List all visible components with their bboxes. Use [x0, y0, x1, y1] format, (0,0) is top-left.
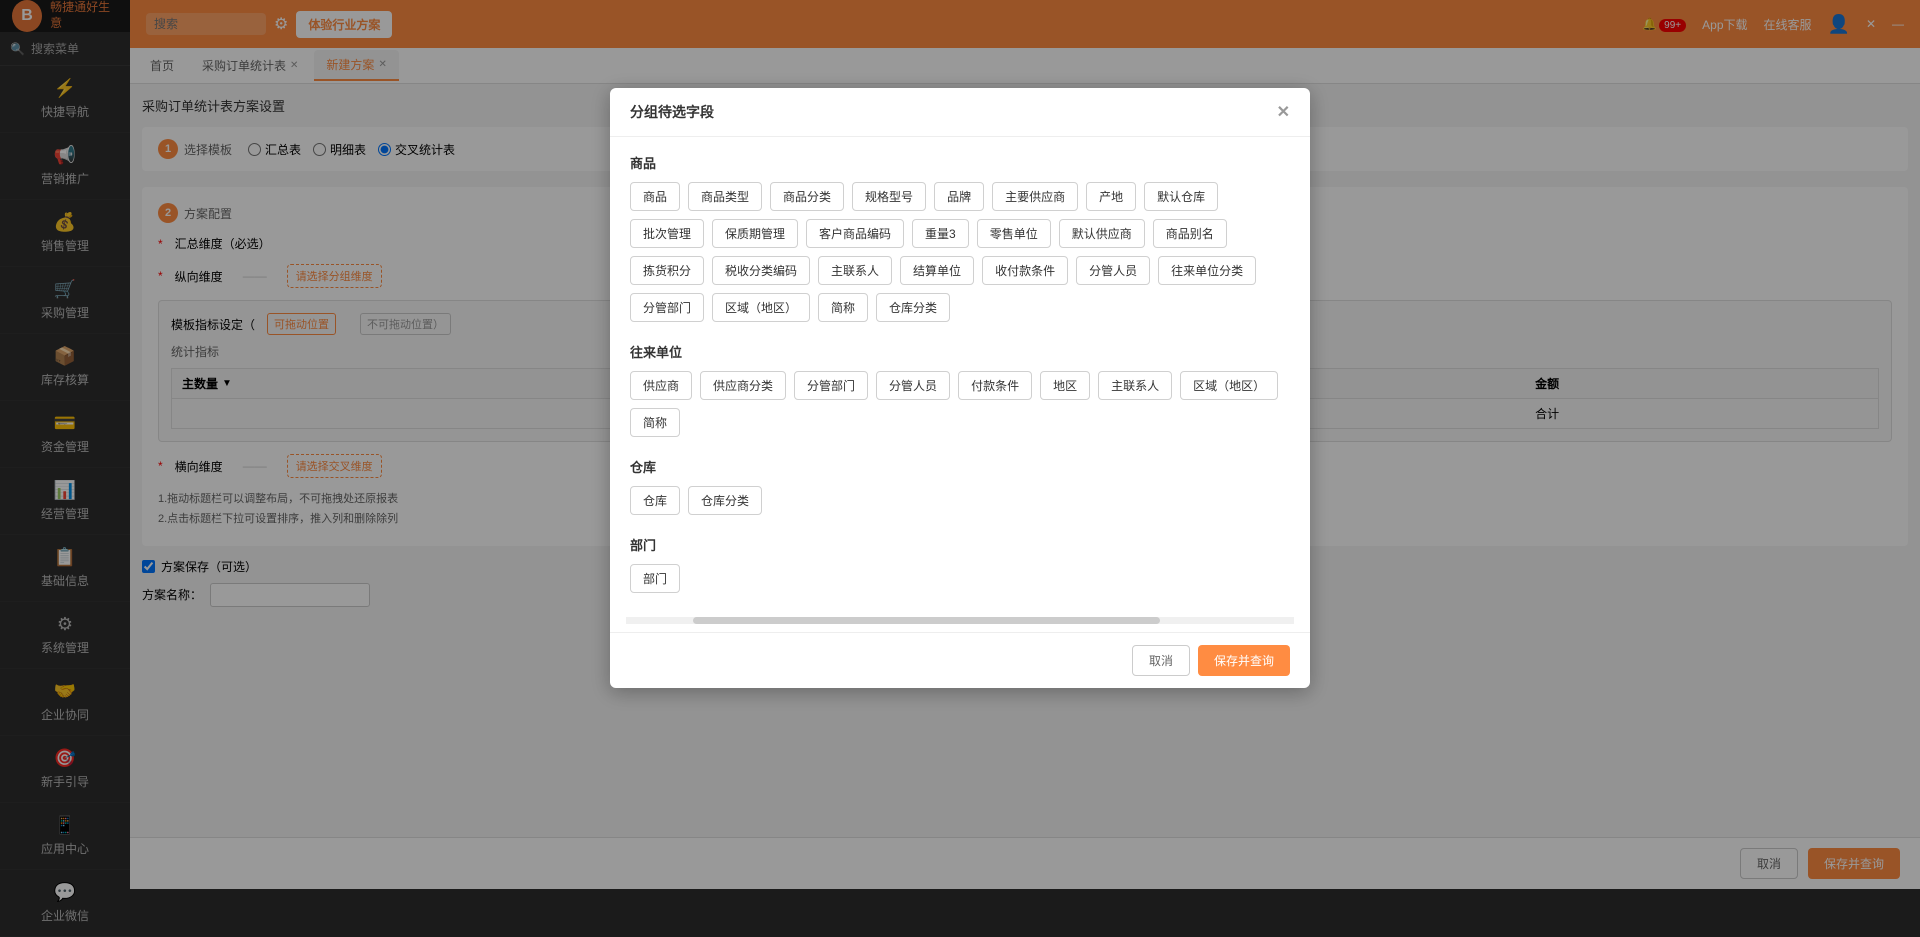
dialog-header: 分组待选字段 ✕	[610, 88, 1310, 137]
field-tag-零售单位[interactable]: 零售单位	[977, 219, 1051, 248]
category-部门: 部门部门	[630, 535, 1290, 593]
field-tag-规格型号[interactable]: 规格型号	[852, 182, 926, 211]
field-tag-分管人员[interactable]: 分管人员	[1076, 256, 1150, 285]
category-往来单位: 往来单位供应商供应商分类分管部门分管人员付款条件地区主联系人区域（地区） 简称	[630, 342, 1290, 437]
field-tag-仓库分类[interactable]: 仓库分类	[688, 486, 762, 515]
field-list-仓库: 仓库仓库分类	[630, 486, 1290, 515]
dialog-hscroll-thumb	[693, 617, 1161, 624]
field-tag-商品类型[interactable]: 商品类型	[688, 182, 762, 211]
category-title-往来单位: 往来单位	[630, 342, 1290, 361]
field-tag-区域（地区）[interactable]: 区域（地区）	[712, 293, 810, 322]
field-tag-结算单位[interactable]: 结算单位	[900, 256, 974, 285]
category-title-商品: 商品	[630, 153, 1290, 172]
field-list-部门: 部门	[630, 564, 1290, 593]
field-tag-供应商[interactable]: 供应商	[630, 371, 692, 400]
dialog-close-button[interactable]: ✕	[1277, 102, 1290, 122]
dialog-hscrollbar[interactable]	[626, 617, 1294, 624]
field-tag-税收分类编码[interactable]: 税收分类编码	[712, 256, 810, 285]
field-tag-仓库分类[interactable]: 仓库分类	[876, 293, 950, 322]
field-tag-供应商分类[interactable]: 供应商分类	[700, 371, 786, 400]
field-tag-分管部门[interactable]: 分管部门	[630, 293, 704, 322]
field-tag-简称[interactable]: 简称	[630, 408, 680, 437]
dialog-body: 商品商品商品类型商品分类规格型号品牌主要供应商产地默认仓库批次管理保质期管理客户…	[610, 137, 1310, 617]
field-tag-主联系人[interactable]: 主联系人	[1098, 371, 1172, 400]
category-仓库: 仓库仓库仓库分类	[630, 457, 1290, 515]
field-tag-部门[interactable]: 部门	[630, 564, 680, 593]
field-tag-仓库[interactable]: 仓库	[630, 486, 680, 515]
field-tag-收付款条件[interactable]: 收付款条件	[982, 256, 1068, 285]
dialog-confirm-button[interactable]: 保存并查询	[1198, 645, 1290, 676]
field-tag-商品[interactable]: 商品	[630, 182, 680, 211]
field-tag-简称[interactable]: 简称	[818, 293, 868, 322]
field-tag-付款条件[interactable]: 付款条件	[958, 371, 1032, 400]
field-list-往来单位: 供应商供应商分类分管部门分管人员付款条件地区主联系人区域（地区） 简称	[630, 371, 1290, 437]
field-tag-分管部门[interactable]: 分管部门	[794, 371, 868, 400]
dialog-overlay: 分组待选字段 ✕ 商品商品商品类型商品分类规格型号品牌主要供应商产地默认仓库批次…	[0, 0, 1920, 937]
field-tag-分管人员[interactable]: 分管人员	[876, 371, 950, 400]
field-tag-批次管理[interactable]: 批次管理	[630, 219, 704, 248]
dialog-cancel-button[interactable]: 取消	[1132, 645, 1190, 676]
dialog-footer: 取消 保存并查询	[610, 632, 1310, 688]
category-title-仓库: 仓库	[630, 457, 1290, 476]
field-tag-主联系人[interactable]: 主联系人	[818, 256, 892, 285]
field-tag-主要供应商[interactable]: 主要供应商	[992, 182, 1078, 211]
field-list-商品: 商品商品类型商品分类规格型号品牌主要供应商产地默认仓库批次管理保质期管理客户商品…	[630, 182, 1290, 322]
category-title-部门: 部门	[630, 535, 1290, 554]
category-商品: 商品商品商品类型商品分类规格型号品牌主要供应商产地默认仓库批次管理保质期管理客户…	[630, 153, 1290, 322]
field-tag-商品分类[interactable]: 商品分类	[770, 182, 844, 211]
field-tag-重量3[interactable]: 重量3	[912, 219, 969, 248]
field-tag-商品别名[interactable]: 商品别名	[1153, 219, 1227, 248]
field-tag-默认供应商[interactable]: 默认供应商	[1059, 219, 1145, 248]
field-tag-往来单位分类[interactable]: 往来单位分类	[1158, 256, 1256, 285]
field-tag-品牌[interactable]: 品牌	[934, 182, 984, 211]
field-tag-拣货积分[interactable]: 拣货积分	[630, 256, 704, 285]
field-tag-区域（地区）[interactable]: 区域（地区）	[1180, 371, 1278, 400]
field-tag-默认仓库[interactable]: 默认仓库	[1144, 182, 1218, 211]
field-select-dialog: 分组待选字段 ✕ 商品商品商品类型商品分类规格型号品牌主要供应商产地默认仓库批次…	[610, 88, 1310, 688]
field-tag-保质期管理[interactable]: 保质期管理	[712, 219, 798, 248]
dialog-title: 分组待选字段	[630, 102, 714, 122]
field-tag-客户商品编码[interactable]: 客户商品编码	[806, 219, 904, 248]
field-tag-地区[interactable]: 地区	[1040, 371, 1090, 400]
field-tag-产地[interactable]: 产地	[1086, 182, 1136, 211]
